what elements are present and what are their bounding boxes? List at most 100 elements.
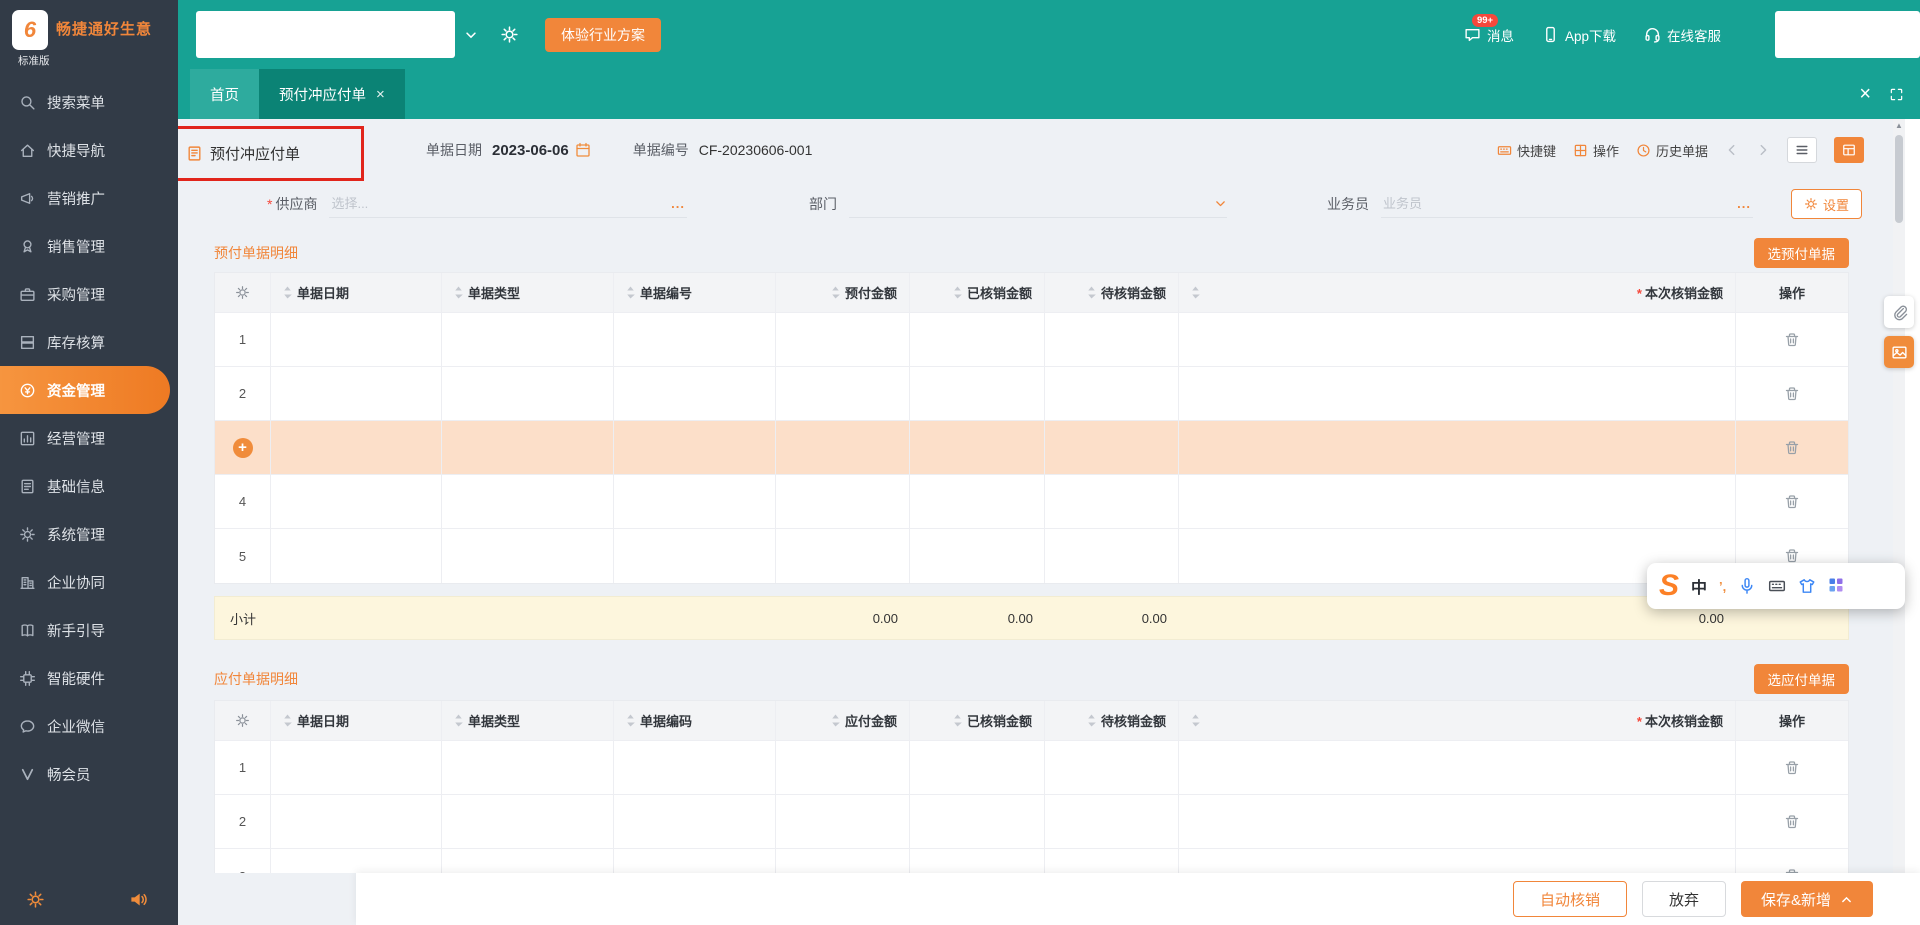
scrollbar-thumb[interactable] bbox=[1895, 135, 1903, 223]
column-header[interactable]: 待核销金额 bbox=[1045, 273, 1179, 312]
table-cell[interactable] bbox=[776, 367, 910, 420]
select-prepay-docs-button[interactable]: 选预付单据 bbox=[1753, 237, 1849, 268]
sort-icon[interactable] bbox=[626, 714, 635, 727]
shortcut-keys-button[interactable]: 快捷键 bbox=[1497, 141, 1556, 160]
auto-writeoff-button[interactable]: 自动核销 bbox=[1512, 881, 1627, 917]
table-cell[interactable] bbox=[614, 475, 776, 528]
apps-grid-icon[interactable] bbox=[1828, 577, 1846, 595]
trial-plan-button[interactable]: 体验行业方案 bbox=[545, 17, 661, 52]
column-header[interactable]: 单据日期 bbox=[271, 273, 442, 312]
list-view-toggle[interactable] bbox=[1787, 137, 1817, 163]
table-cell[interactable] bbox=[271, 313, 442, 366]
sidebar-item-member[interactable]: 畅会员 bbox=[0, 750, 178, 798]
ime-mode-chinese[interactable]: 中 bbox=[1691, 574, 1707, 598]
gear-icon[interactable] bbox=[26, 890, 45, 909]
image-tool-button[interactable] bbox=[1884, 336, 1914, 368]
sidebar-item-operation[interactable]: 经营管理 bbox=[0, 414, 178, 462]
table-cell[interactable] bbox=[776, 795, 910, 848]
table-cell[interactable] bbox=[271, 529, 442, 583]
keyboard-icon[interactable] bbox=[1768, 577, 1786, 595]
column-header[interactable]: 已核销金额 bbox=[910, 273, 1045, 312]
sort-icon[interactable] bbox=[283, 286, 292, 299]
sidebar-item-inventory[interactable]: 库存核算 bbox=[0, 318, 178, 366]
column-header[interactable]: 应付金额 bbox=[776, 701, 910, 740]
sidebar-item-marketing[interactable]: 营销推广 bbox=[0, 174, 178, 222]
table-row[interactable]: 5 bbox=[215, 529, 1848, 583]
table-cell[interactable] bbox=[1179, 795, 1736, 848]
column-header[interactable]: 单据类型 bbox=[442, 273, 614, 312]
table-row[interactable]: + bbox=[215, 421, 1848, 475]
table-cell[interactable] bbox=[1179, 475, 1736, 528]
sort-icon[interactable] bbox=[1087, 286, 1096, 299]
clerk-more-button[interactable]: ... bbox=[1735, 196, 1753, 211]
messages-button[interactable]: 99+ 消息 bbox=[1464, 13, 1514, 45]
online-support-button[interactable]: 在线客服 bbox=[1644, 25, 1721, 45]
table-cell[interactable] bbox=[776, 313, 910, 366]
sidebar-item-basic-info[interactable]: 基础信息 bbox=[0, 462, 178, 510]
add-row-icon[interactable]: + bbox=[232, 437, 253, 458]
table-row[interactable]: 2 bbox=[215, 367, 1848, 421]
table-cell[interactable] bbox=[614, 529, 776, 583]
column-header[interactable]: 待核销金额 bbox=[1045, 701, 1179, 740]
vertical-scrollbar[interactable]: ▲ ▼ bbox=[1893, 119, 1905, 925]
discard-button[interactable]: 放弃 bbox=[1641, 881, 1726, 917]
column-header[interactable]: 单据编码 bbox=[614, 701, 776, 740]
table-cell[interactable] bbox=[271, 741, 442, 794]
sidebar-item-wecom[interactable]: 企业微信 bbox=[0, 702, 178, 750]
column-header-writeoff-amount[interactable]: * 本次核销金额 bbox=[1179, 701, 1736, 740]
ime-punctuation[interactable]: ’, bbox=[1719, 579, 1726, 594]
table-cell[interactable] bbox=[1045, 475, 1179, 528]
table-row[interactable]: 1 bbox=[215, 741, 1848, 795]
sort-icon[interactable] bbox=[454, 714, 463, 727]
scroll-up-icon[interactable]: ▲ bbox=[1895, 119, 1903, 133]
table-cell[interactable] bbox=[910, 313, 1045, 366]
table-cell[interactable] bbox=[442, 313, 614, 366]
table-cell[interactable] bbox=[271, 849, 442, 873]
supplier-more-button[interactable]: ... bbox=[669, 196, 687, 211]
table-cell[interactable] bbox=[1045, 367, 1179, 420]
mic-icon[interactable] bbox=[1738, 577, 1756, 595]
column-header[interactable]: 单据类型 bbox=[442, 701, 614, 740]
delete-row-icon[interactable] bbox=[1784, 814, 1800, 830]
attachment-tool-button[interactable] bbox=[1884, 296, 1914, 328]
speaker-icon[interactable] bbox=[129, 890, 148, 909]
sort-icon[interactable] bbox=[1191, 286, 1200, 299]
table-cell[interactable] bbox=[910, 849, 1045, 873]
table-cell[interactable] bbox=[1045, 795, 1179, 848]
date-value[interactable]: 2023-06-06 bbox=[492, 142, 569, 159]
sidebar-item-quick-nav[interactable]: 快捷导航 bbox=[0, 126, 178, 174]
table-cell[interactable] bbox=[1045, 421, 1179, 474]
table-cell[interactable] bbox=[776, 849, 910, 873]
column-settings-icon[interactable] bbox=[235, 713, 250, 728]
tab-prepay-writeoff[interactable]: 预付冲应付单 × bbox=[259, 69, 405, 119]
table-cell[interactable] bbox=[1179, 367, 1736, 420]
table-cell[interactable] bbox=[1045, 313, 1179, 366]
org-selector-redacted[interactable] bbox=[196, 11, 455, 58]
table-cell[interactable] bbox=[614, 367, 776, 420]
table-cell[interactable] bbox=[1045, 529, 1179, 583]
sidebar-item-sales[interactable]: 销售管理 bbox=[0, 222, 178, 270]
tab-home[interactable]: 首页 bbox=[190, 69, 259, 119]
app-download-button[interactable]: App下载 bbox=[1542, 25, 1616, 45]
column-header[interactable]: 已核销金额 bbox=[910, 701, 1045, 740]
chevron-down-icon[interactable] bbox=[464, 28, 478, 42]
sidebar-item-hardware[interactable]: 智能硬件 bbox=[0, 654, 178, 702]
sort-icon[interactable] bbox=[1191, 714, 1200, 727]
table-row[interactable]: 4 bbox=[215, 475, 1848, 529]
table-cell[interactable] bbox=[1179, 849, 1736, 873]
calendar-icon[interactable] bbox=[575, 142, 591, 158]
table-cell[interactable] bbox=[271, 367, 442, 420]
table-cell[interactable] bbox=[776, 421, 910, 474]
table-cell[interactable] bbox=[1179, 741, 1736, 794]
table-row[interactable]: 1 bbox=[215, 313, 1848, 367]
delete-row-icon[interactable] bbox=[1784, 760, 1800, 776]
table-cell[interactable] bbox=[776, 741, 910, 794]
delete-row-icon[interactable] bbox=[1784, 440, 1800, 456]
sogou-logo[interactable]: S bbox=[1659, 571, 1679, 601]
sort-icon[interactable] bbox=[454, 286, 463, 299]
table-cell[interactable] bbox=[442, 421, 614, 474]
save-and-new-button[interactable]: 保存&新增 bbox=[1740, 881, 1873, 917]
table-cell[interactable] bbox=[910, 741, 1045, 794]
table-cell[interactable] bbox=[614, 421, 776, 474]
table-cell[interactable] bbox=[442, 367, 614, 420]
